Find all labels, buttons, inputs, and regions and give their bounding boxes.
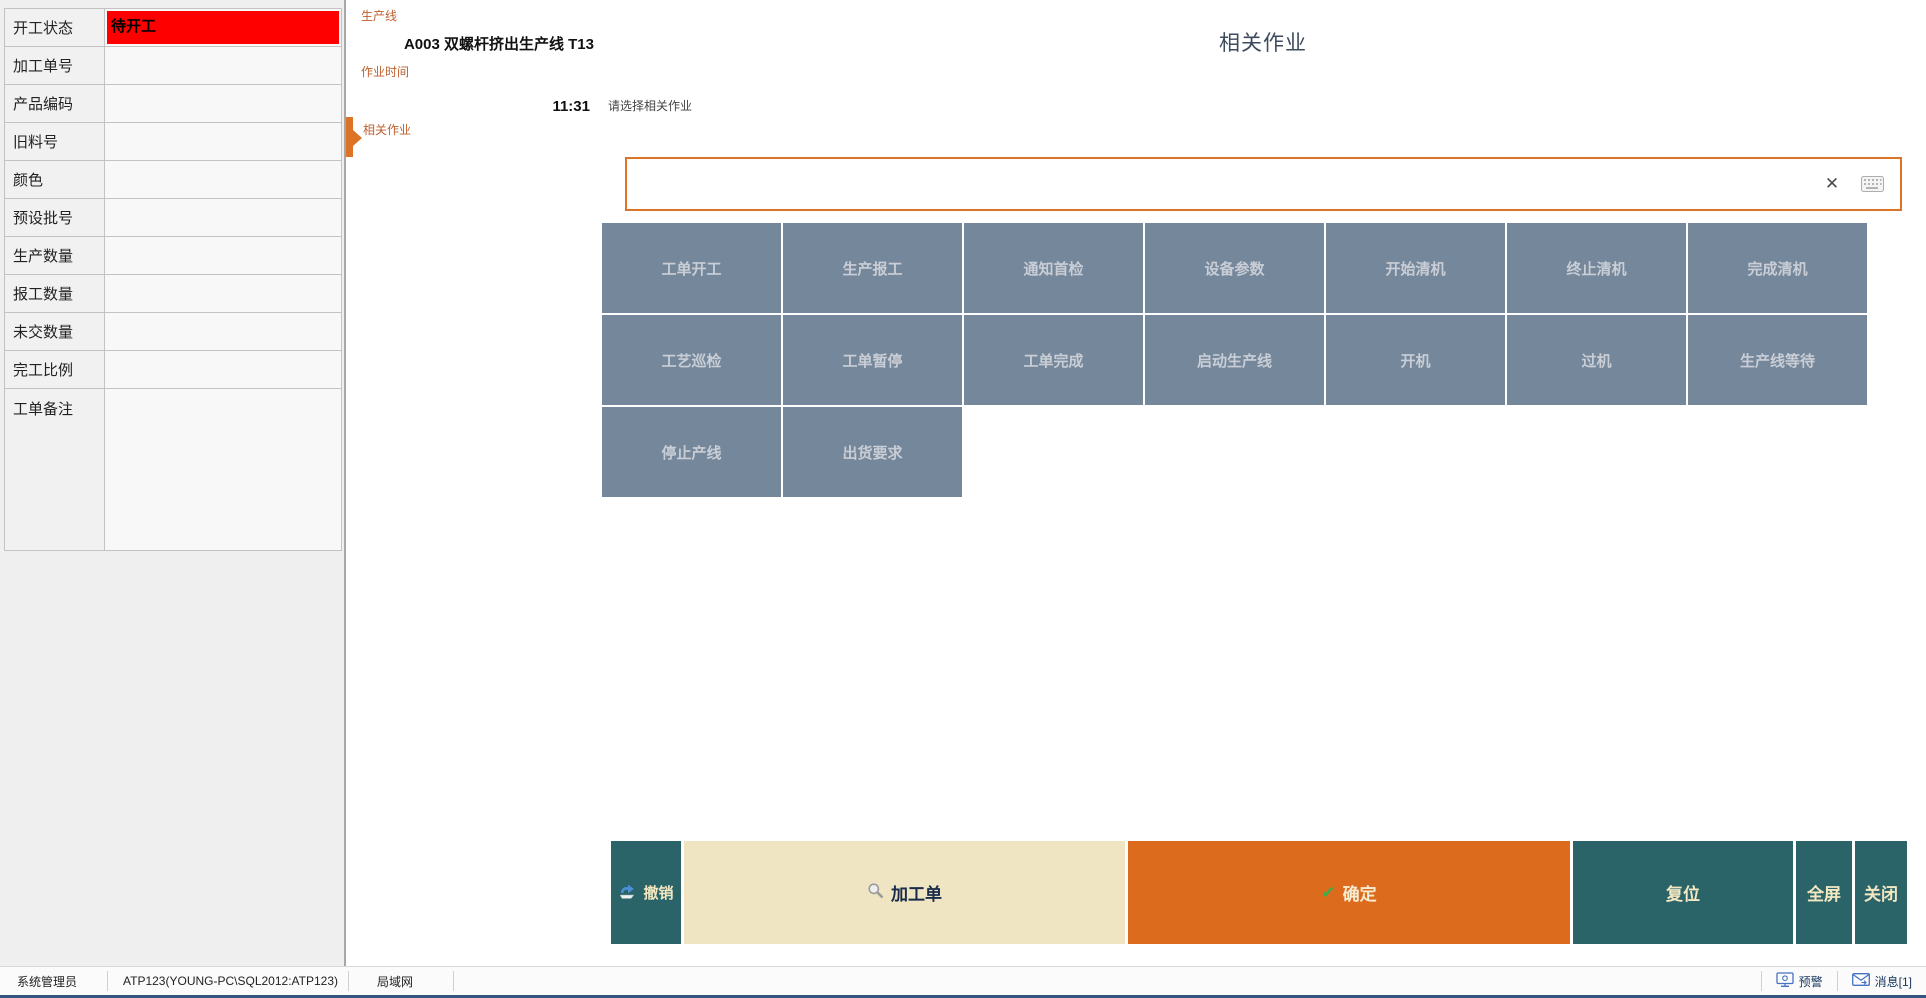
select-hint-label: 请选择相关作业	[608, 97, 692, 114]
confirm-label: 确定	[1343, 880, 1377, 905]
fullscreen-button[interactable]: 全屏	[1796, 841, 1852, 944]
alert-button[interactable]: 预警	[1762, 972, 1837, 991]
job-time-value: 11:31	[346, 98, 590, 115]
envelope-icon	[1852, 973, 1870, 989]
work-order-label: 加工单	[891, 880, 942, 905]
table-row: 完工比例	[5, 351, 341, 389]
info-value	[104, 351, 341, 388]
reset-button[interactable]: 复位	[1573, 841, 1793, 944]
action-button-grid: 工单开工 生产报工 通知首检 设备参数 开始清机 终止清机 完成清机 工艺巡检 …	[602, 223, 1872, 497]
page-title: 相关作业	[600, 27, 1926, 57]
action-button-stop-line[interactable]: 停止产线	[602, 407, 781, 497]
table-row: 生产数量	[5, 237, 341, 275]
action-button-machine-pass[interactable]: 过机	[1507, 315, 1686, 405]
related-job-search-box[interactable]: ✕	[625, 157, 1902, 211]
action-button-start-line[interactable]: 启动生产线	[1145, 315, 1324, 405]
action-button-equipment-params[interactable]: 设备参数	[1145, 223, 1324, 313]
info-label: 开工状态	[5, 9, 104, 46]
info-value	[104, 313, 341, 350]
undo-icon	[618, 883, 636, 903]
related-jobs-main: 相关作业 请选择相关作业 ✕ 工单开工 生产报工 通知首检 设备参数	[600, 0, 1926, 966]
table-row: 颜色	[5, 161, 341, 199]
info-value: 待开工	[104, 9, 341, 46]
table-row: 旧料号	[5, 123, 341, 161]
info-label: 加工单号	[5, 47, 104, 84]
table-row: 工单备注	[5, 389, 341, 551]
close-button[interactable]: 关闭	[1855, 841, 1907, 944]
info-label: 工单备注	[5, 389, 104, 550]
action-button-machine-on[interactable]: 开机	[1326, 315, 1505, 405]
magnifier-icon	[867, 882, 884, 904]
info-label: 完工比例	[5, 351, 104, 388]
action-button-process-patrol[interactable]: 工艺巡检	[602, 315, 781, 405]
action-button-line-wait[interactable]: 生产线等待	[1688, 315, 1867, 405]
action-button-shipment-request[interactable]: 出货要求	[783, 407, 962, 497]
action-button-production-report[interactable]: 生产报工	[783, 223, 962, 313]
undo-button[interactable]: 撤销	[611, 841, 681, 944]
production-line-label: 生产线	[361, 7, 397, 24]
info-label: 预设批号	[5, 199, 104, 236]
info-value	[104, 123, 341, 160]
confirm-button[interactable]: ✔ 确定	[1128, 841, 1570, 944]
info-label: 颜色	[5, 161, 104, 198]
status-bar: 系统管理员 ATP123(YOUNG-PC\SQL2012:ATP123) 局域…	[0, 966, 1926, 998]
action-button-finish-cleaning[interactable]: 完成清机	[1688, 223, 1867, 313]
action-button-stop-cleaning[interactable]: 终止清机	[1507, 223, 1686, 313]
table-row: 加工单号	[5, 47, 341, 85]
workorder-info-panel: 开工状态 待开工 加工单号 产品编码 旧料号 颜色	[0, 0, 345, 966]
active-section-marker-icon	[346, 117, 353, 157]
info-label: 未交数量	[5, 313, 104, 350]
info-value	[104, 47, 341, 84]
action-button-workorder-complete[interactable]: 工单完成	[964, 315, 1143, 405]
info-label: 报工数量	[5, 275, 104, 312]
info-value	[104, 85, 341, 122]
current-user-label: 系统管理员	[0, 973, 107, 990]
table-row: 未交数量	[5, 313, 341, 351]
info-value	[104, 161, 341, 198]
work-order-button[interactable]: 加工单	[684, 841, 1125, 944]
info-value	[104, 199, 341, 236]
info-value	[104, 389, 341, 550]
bottom-action-bar: 撤销 加工单 ✔ 确定 复位 全屏 关闭	[611, 841, 1907, 944]
info-label: 旧料号	[5, 123, 104, 160]
app-window: 开工状态 待开工 加工单号 产品编码 旧料号 颜色	[0, 0, 1926, 998]
action-button-workorder-pause[interactable]: 工单暂停	[783, 315, 962, 405]
table-row: 预设批号	[5, 199, 341, 237]
info-label: 生产数量	[5, 237, 104, 274]
undo-label: 撤销	[643, 882, 673, 903]
related-job-input[interactable]	[627, 159, 1815, 209]
info-label: 产品编码	[5, 85, 104, 122]
check-icon: ✔	[1321, 883, 1335, 903]
clear-icon[interactable]: ✕	[1815, 174, 1849, 194]
database-connection-label: ATP123(YOUNG-PC\SQL2012:ATP123)	[108, 974, 348, 988]
message-button[interactable]: 消息[1]	[1838, 973, 1926, 990]
workorder-info-table: 开工状态 待开工 加工单号 产品编码 旧料号 颜色	[4, 8, 342, 551]
production-line-value: A003 双螺杆挤出生产线 T13	[346, 33, 594, 54]
action-button-start-cleaning[interactable]: 开始清机	[1326, 223, 1505, 313]
action-button-first-inspection[interactable]: 通知首检	[964, 223, 1143, 313]
related-jobs-section-label[interactable]: 相关作业	[363, 121, 411, 138]
info-value	[104, 275, 341, 312]
divider	[453, 971, 454, 991]
info-value	[104, 237, 341, 274]
table-row: 报工数量	[5, 275, 341, 313]
network-label: 局域网	[349, 973, 453, 990]
table-row: 开工状态 待开工	[5, 9, 341, 47]
status-badge: 待开工	[107, 11, 339, 44]
action-button-workorder-start[interactable]: 工单开工	[602, 223, 781, 313]
job-time-label: 作业时间	[361, 63, 409, 80]
keyboard-icon[interactable]	[1861, 176, 1884, 192]
message-label: 消息[1]	[1875, 973, 1912, 990]
production-line-panel: 生产线 A003 双螺杆挤出生产线 T13 作业时间 11:31 相关作业	[345, 0, 600, 966]
table-row: 产品编码	[5, 85, 341, 123]
alert-label: 预警	[1799, 973, 1823, 990]
monitor-gear-icon	[1776, 972, 1794, 991]
